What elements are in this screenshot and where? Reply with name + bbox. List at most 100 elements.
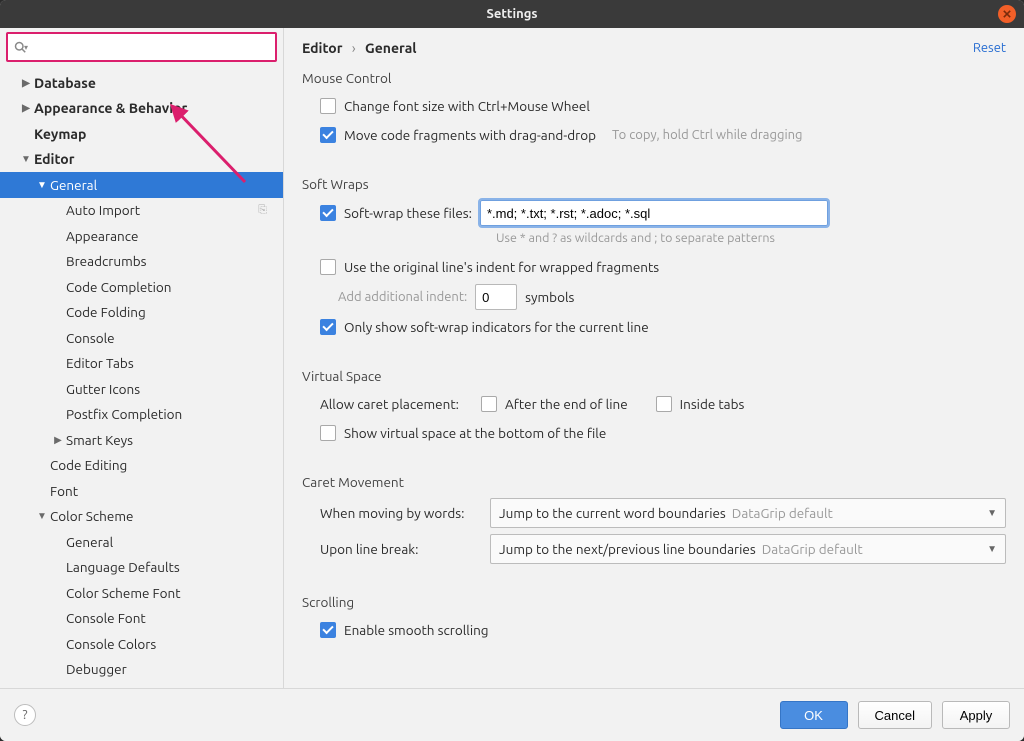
checkbox-show-bottom[interactable] <box>320 425 336 441</box>
close-button[interactable] <box>998 5 1016 23</box>
search-wrap: ▾ <box>0 28 283 66</box>
sidebar-item-breadcrumbs[interactable]: Breadcrumbs <box>0 249 283 275</box>
sidebar-item-debugger[interactable]: Debugger <box>0 657 283 683</box>
row-allow-caret: Allow caret placement: After the end of … <box>320 392 1006 416</box>
sidebar-item-label: Code Folding <box>66 304 146 320</box>
sidebar-item-color-scheme-font[interactable]: Color Scheme Font <box>0 580 283 606</box>
sidebar-item-label: Editor Tabs <box>66 355 134 371</box>
sidebar-item-language-defaults[interactable]: Language Defaults <box>0 555 283 581</box>
sidebar-item-general[interactable]: ▼General <box>0 172 283 198</box>
sidebar-item-database[interactable]: ▶Database <box>0 70 283 96</box>
sidebar-item-label: Console <box>66 330 115 346</box>
sidebar-item-appearance-behavior[interactable]: ▶Appearance & Behavior <box>0 96 283 122</box>
content-scroll[interactable]: Mouse Control Change font size with Ctrl… <box>284 64 1024 688</box>
titlebar: Settings <box>0 0 1024 28</box>
search-box[interactable]: ▾ <box>6 32 277 62</box>
checkbox-change-font[interactable] <box>320 98 336 114</box>
sidebar-item-label: Color Scheme <box>50 508 133 524</box>
checkbox-orig-indent[interactable] <box>320 259 336 275</box>
input-add-indent[interactable] <box>475 284 517 310</box>
sidebar-item-label: Database <box>34 75 96 91</box>
row-line-break: Upon line break: Jump to the next/previo… <box>320 534 1006 564</box>
label-move-fragments: Move code fragments with drag-and-drop <box>344 127 596 143</box>
combo-by-words-default: DataGrip default <box>732 505 833 521</box>
sidebar-item-label: Language Defaults <box>66 559 180 575</box>
sidebar-item-label: Console Colors <box>66 636 156 652</box>
label-change-font: Change font size with Ctrl+Mouse Wheel <box>344 98 590 114</box>
reset-link[interactable]: Reset <box>973 41 1006 55</box>
row-change-font: Change font size with Ctrl+Mouse Wheel <box>320 94 1006 118</box>
sidebar-item-label: Appearance & Behavior <box>34 100 187 116</box>
label-symbols: symbols <box>525 289 574 305</box>
label-show-bottom: Show virtual space at the bottom of the … <box>344 425 606 441</box>
label-after-eol: After the end of line <box>505 396 628 412</box>
label-only-current: Only show soft-wrap indicators for the c… <box>344 319 649 335</box>
sidebar-item-code-folding[interactable]: Code Folding <box>0 300 283 326</box>
content-header: Editor › General Reset <box>284 28 1024 64</box>
sidebar-item-label: Debugger <box>66 661 127 677</box>
search-input[interactable] <box>32 40 269 55</box>
row-add-indent: Add additional indent: symbols <box>338 284 1006 310</box>
section-softwraps-title: Soft Wraps <box>302 176 1006 192</box>
combo-by-words[interactable]: Jump to the current word boundaries Data… <box>490 498 1006 528</box>
sidebar-item-gutter-icons[interactable]: Gutter Icons <box>0 376 283 402</box>
chevron-down-icon: ▼ <box>36 510 48 522</box>
checkbox-move-fragments[interactable] <box>320 127 336 143</box>
sidebar-item-color-scheme[interactable]: ▼Color Scheme <box>0 504 283 530</box>
row-softwrap-files: Soft-wrap these files: <box>320 200 1006 226</box>
sidebar-item-postfix-completion[interactable]: Postfix Completion <box>0 402 283 428</box>
row-only-current: Only show soft-wrap indicators for the c… <box>320 315 1006 339</box>
label-orig-indent: Use the original line's indent for wrapp… <box>344 259 659 275</box>
combo-line-break-default: DataGrip default <box>762 541 863 557</box>
pin-icon: ⎘ <box>258 204 267 217</box>
sidebar-item-label: Auto Import <box>66 202 140 218</box>
checkbox-softwrap-files[interactable] <box>320 205 336 221</box>
cancel-button[interactable]: Cancel <box>858 701 932 729</box>
sidebar-item-console-colors[interactable]: Console Colors <box>0 631 283 657</box>
sidebar-item-auto-import[interactable]: Auto Import ⎘ <box>0 198 283 224</box>
checkbox-smooth-scroll[interactable] <box>320 622 336 638</box>
sidebar-item-editor[interactable]: ▼Editor <box>0 147 283 173</box>
sidebar-item-label: Code Editing <box>50 457 127 473</box>
sidebar-item-console-font[interactable]: Console Font <box>0 606 283 632</box>
sidebar-item-keymap[interactable]: Keymap <box>0 121 283 147</box>
sidebar-item-editor-tabs[interactable]: Editor Tabs <box>0 351 283 377</box>
combo-by-words-value: Jump to the current word boundaries <box>499 505 726 521</box>
help-icon: ? <box>22 708 27 722</box>
sidebar-item-smart-keys[interactable]: ▶Smart Keys <box>0 427 283 453</box>
label-by-words: When moving by words: <box>320 505 480 521</box>
sidebar-item-label: Gutter Icons <box>66 381 140 397</box>
row-orig-indent: Use the original line's indent for wrapp… <box>320 255 1006 279</box>
row-smooth-scroll: Enable smooth scrolling <box>320 618 1006 642</box>
chevron-right-icon: ▶ <box>20 77 32 89</box>
chevron-down-icon: ▼ <box>36 179 48 191</box>
ok-button[interactable]: OK <box>780 701 848 729</box>
settings-tree[interactable]: ▶Database▶Appearance & BehaviorKeymap▼Ed… <box>0 66 283 688</box>
sidebar-item-font[interactable]: Font <box>0 478 283 504</box>
checkbox-after-eol[interactable] <box>481 396 497 412</box>
label-smooth-scroll: Enable smooth scrolling <box>344 622 489 638</box>
chevron-right-icon: ▶ <box>52 434 64 446</box>
sidebar-item-label: General <box>50 177 97 193</box>
label-inside-tabs: Inside tabs <box>680 396 745 412</box>
footer: ? OK Cancel Apply <box>0 689 1024 741</box>
apply-button[interactable]: Apply <box>942 701 1010 729</box>
search-scope-caret-icon: ▾ <box>24 43 28 52</box>
sidebar-item-label: Editor <box>34 151 74 167</box>
sidebar-item-label: Keymap <box>34 126 86 142</box>
sidebar-item-code-completion[interactable]: Code Completion <box>0 274 283 300</box>
sidebar-item-appearance[interactable]: Appearance <box>0 223 283 249</box>
sidebar-item-console[interactable]: Console <box>0 325 283 351</box>
combo-line-break[interactable]: Jump to the next/previous line boundarie… <box>490 534 1006 564</box>
sidebar: ▾ ▶Database▶Appearance & BehaviorKeymap▼… <box>0 28 284 688</box>
sidebar-item-code-editing[interactable]: Code Editing <box>0 453 283 479</box>
checkbox-inside-tabs[interactable] <box>656 396 672 412</box>
help-button[interactable]: ? <box>14 704 36 726</box>
section-virtual-title: Virtual Space <box>302 368 1006 384</box>
sidebar-item-general[interactable]: General <box>0 529 283 555</box>
hint-move-fragments: To copy, hold Ctrl while dragging <box>612 128 802 142</box>
input-softwrap-files[interactable] <box>480 200 828 226</box>
sidebar-item-label: Code Completion <box>66 279 172 295</box>
section-scrolling-title: Scrolling <box>302 594 1006 610</box>
checkbox-only-current[interactable] <box>320 319 336 335</box>
